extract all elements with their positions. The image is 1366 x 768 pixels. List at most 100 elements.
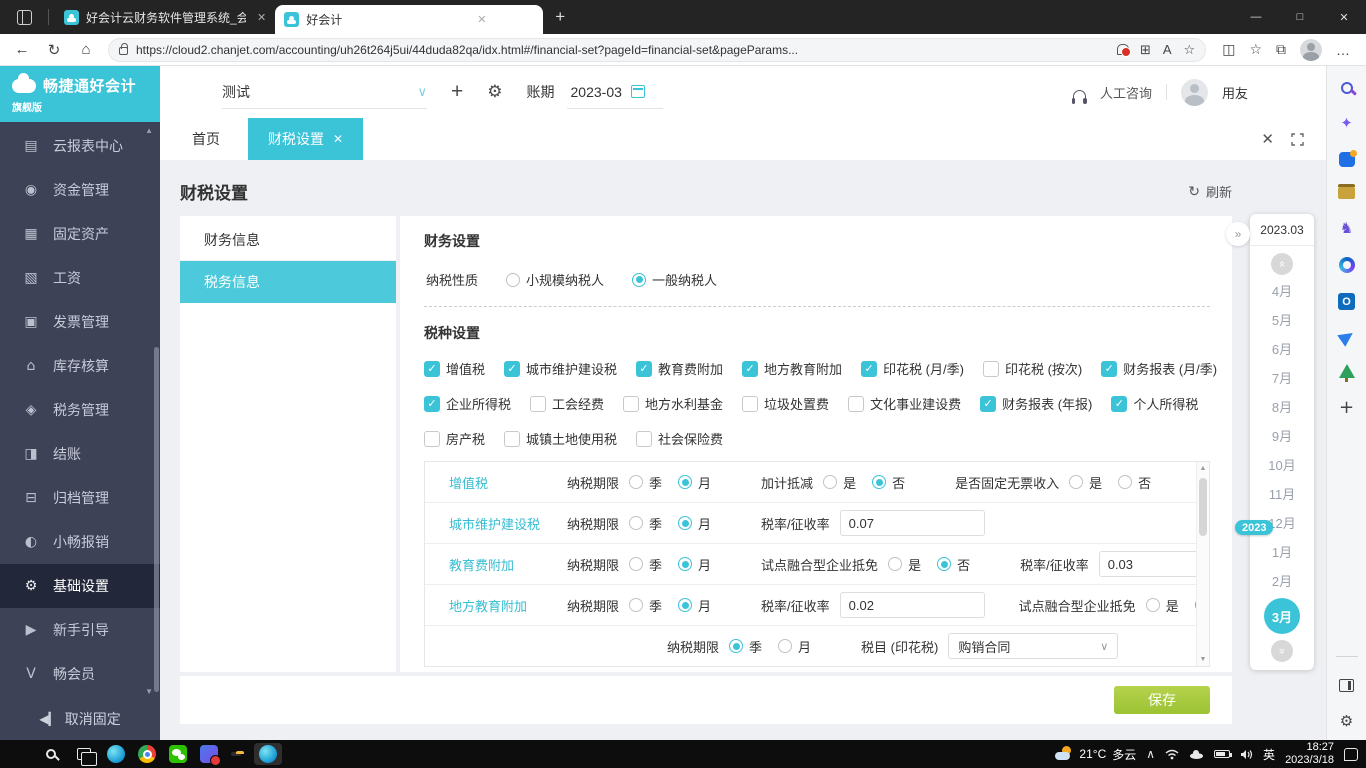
checkbox-vat[interactable]: ✓ 增值税 (424, 359, 485, 378)
address-bar[interactable]: https://cloud2.chanjet.com/accounting/uh… (108, 37, 1207, 62)
user-name[interactable]: 用友 (1222, 83, 1248, 102)
radio-quarter[interactable]: 季 (629, 514, 662, 533)
sidebar-item-tax[interactable]: ◈ 税务管理 (0, 388, 160, 432)
month-item[interactable]: 9月 (1272, 421, 1292, 450)
battery-icon[interactable] (1214, 750, 1233, 758)
tax-name-link[interactable]: 教育费附加 (449, 555, 567, 574)
close-all-icon[interactable]: ✕ (1261, 130, 1274, 148)
scrollbar-thumb[interactable] (1198, 478, 1207, 536)
checkbox-education-surcharge[interactable]: ✓ 教育费附加 (636, 359, 723, 378)
month-item[interactable]: 8月 (1272, 392, 1292, 421)
tab-home[interactable]: 首页 (192, 129, 220, 149)
sidebar-item-salary[interactable]: ▧ 工资 (0, 256, 160, 300)
radio-yes[interactable]: 是 (1069, 473, 1102, 492)
taskbar-app-explorer[interactable] (231, 752, 241, 756)
rate-input[interactable] (1098, 551, 1209, 577)
radio-yes[interactable]: 是 (1145, 596, 1179, 615)
calendar-scroll-up-button[interactable]: « (1271, 253, 1293, 275)
radio-quarter[interactable]: 季 (629, 596, 662, 615)
month-item[interactable]: 11月 (1269, 479, 1296, 508)
support-link[interactable]: 人工咨询 (1100, 83, 1152, 102)
sidebar-item-archive[interactable]: ⊟ 归档管理 (0, 476, 160, 520)
radio-quarter[interactable]: 季 (729, 637, 762, 656)
browser-tab-active[interactable]: 好会计 ✕ (275, 5, 544, 34)
favorite-star-icon[interactable]: ☆ (1184, 42, 1196, 58)
subnav-finance-info[interactable]: 财务信息 (180, 219, 396, 261)
checkbox-property-tax[interactable]: ✓房产税 (424, 429, 485, 448)
radio-no[interactable]: 否 (872, 473, 905, 492)
sidebar-settings-gear-icon[interactable]: ⚙ (1338, 712, 1356, 730)
taskbar-app-wechat[interactable] (169, 745, 187, 763)
sidebar-item-basic-settings[interactable]: ⚙ 基础设置 (0, 564, 160, 608)
month-item[interactable]: 12月 (1268, 508, 1295, 537)
onedrive-cloud-icon[interactable] (1189, 749, 1204, 759)
radio-quarter[interactable]: 季 (629, 473, 662, 492)
sidebar-item-funds[interactable]: ◉ 资金管理 (0, 168, 160, 212)
refresh-button[interactable]: ↻ 刷新 (1188, 182, 1232, 201)
weather-widget[interactable]: 21°C 多云 (1055, 746, 1136, 763)
radio-month[interactable]: 月 (778, 637, 811, 656)
subnav-tax-info[interactable]: 税务信息 (180, 261, 396, 303)
start-button[interactable] (8, 744, 28, 764)
input-language[interactable]: 英 (1263, 746, 1275, 763)
sidebar-item-fixed-assets[interactable]: ▦ 固定资产 (0, 212, 160, 256)
stamp-item-select[interactable]: 购销合同 ∨ (948, 633, 1119, 659)
period-picker[interactable]: 2023-03 (566, 75, 663, 109)
taskbar-app-edge-active[interactable] (254, 743, 282, 765)
radio-month[interactable]: 月 (678, 596, 711, 615)
hide-sidebar-icon[interactable] (1339, 679, 1354, 692)
month-item-selected[interactable]: 3月 (1264, 598, 1300, 634)
sidebar-item-reimburse[interactable]: ◐ 小畅报销 (0, 520, 160, 564)
menu-scroll-down-icon[interactable]: ▼ (145, 687, 153, 696)
unpin-sidebar-button[interactable]: ◀▎ 取消固定 (0, 698, 160, 740)
calendar-scroll-down-button[interactable]: « (1271, 640, 1293, 662)
tab-actions-button[interactable] (0, 9, 48, 25)
messenger-icon[interactable] (1336, 327, 1357, 347)
tree-icon[interactable] (1338, 364, 1355, 382)
reload-button[interactable]: ↻ (40, 41, 68, 59)
checkbox-personal-income[interactable]: ✓ 个人所得税 (1111, 394, 1198, 413)
read-aloud-icon[interactable]: A (1163, 42, 1172, 57)
checkbox-corporate-income[interactable]: ✓ 企业所得税 (424, 394, 511, 413)
clock[interactable]: 18:27 2023/3/18 (1285, 741, 1334, 767)
checkbox-urban-construction[interactable]: ✓ 城市维护建设税 (504, 359, 617, 378)
month-item[interactable]: 1月 (1272, 537, 1292, 566)
split-screen-icon[interactable]: ◫ (1222, 41, 1235, 58)
taskbar-search-icon[interactable] (41, 744, 61, 764)
month-item[interactable]: 10月 (1268, 450, 1295, 479)
hidden-icons-chevron[interactable]: ∧ (1146, 747, 1155, 761)
scroll-up-icon[interactable]: ▲ (1200, 465, 1207, 472)
checkbox-garbage-fee[interactable]: ✓垃圾处置费 (742, 394, 829, 413)
add-sidebar-item-icon[interactable]: + (1338, 397, 1356, 418)
checkbox-land-use-tax[interactable]: ✓城镇土地使用税 (504, 429, 617, 448)
checkbox-fin-report-monthly[interactable]: ✓ 财务报表 (月/季) (1101, 359, 1217, 378)
minimize-button[interactable]: — (1234, 0, 1278, 34)
month-item[interactable]: 2月 (1272, 566, 1292, 595)
checkbox-social-insurance[interactable]: ✓社会保险费 (636, 429, 723, 448)
month-item[interactable]: 4月 (1272, 276, 1292, 305)
more-menu-icon[interactable]: … (1336, 42, 1350, 58)
tab-close-icon[interactable]: ✕ (477, 13, 486, 26)
wifi-icon[interactable] (1165, 749, 1179, 760)
fullscreen-icon[interactable] (1291, 132, 1304, 146)
user-avatar[interactable] (1180, 78, 1208, 106)
close-button[interactable]: ✕ (1322, 0, 1366, 34)
microsoft365-icon[interactable] (1338, 257, 1355, 273)
add-account-button[interactable]: + (451, 80, 463, 104)
task-view-icon[interactable] (74, 744, 97, 766)
home-button[interactable]: ⌂ (72, 41, 100, 58)
notification-center-icon[interactable] (1344, 747, 1358, 761)
tab-close-icon[interactable]: ✕ (257, 11, 266, 24)
shopping-icon[interactable] (1338, 150, 1357, 167)
sidebar-item-inventory[interactable]: ⌂ 库存核算 (0, 344, 160, 388)
checkbox-fin-report-annual[interactable]: ✓ 财务报表 (年报) (980, 394, 1092, 413)
month-item[interactable]: 7月 (1272, 363, 1292, 392)
search-icon[interactable] (1340, 82, 1353, 94)
radio-small-scale[interactable]: 小规模纳税人 (506, 270, 604, 289)
calendar-collapse-button[interactable]: » (1226, 222, 1250, 246)
sidebar-item-member[interactable]: V 畅会员 (0, 652, 160, 696)
checkbox-stamp-monthly[interactable]: ✓ 印花税 (月/季) (861, 359, 964, 378)
taskbar-app-chrome[interactable] (138, 745, 156, 763)
collections-icon[interactable]: ⧉ (1276, 41, 1286, 58)
save-button[interactable]: 保存 (1114, 686, 1210, 714)
